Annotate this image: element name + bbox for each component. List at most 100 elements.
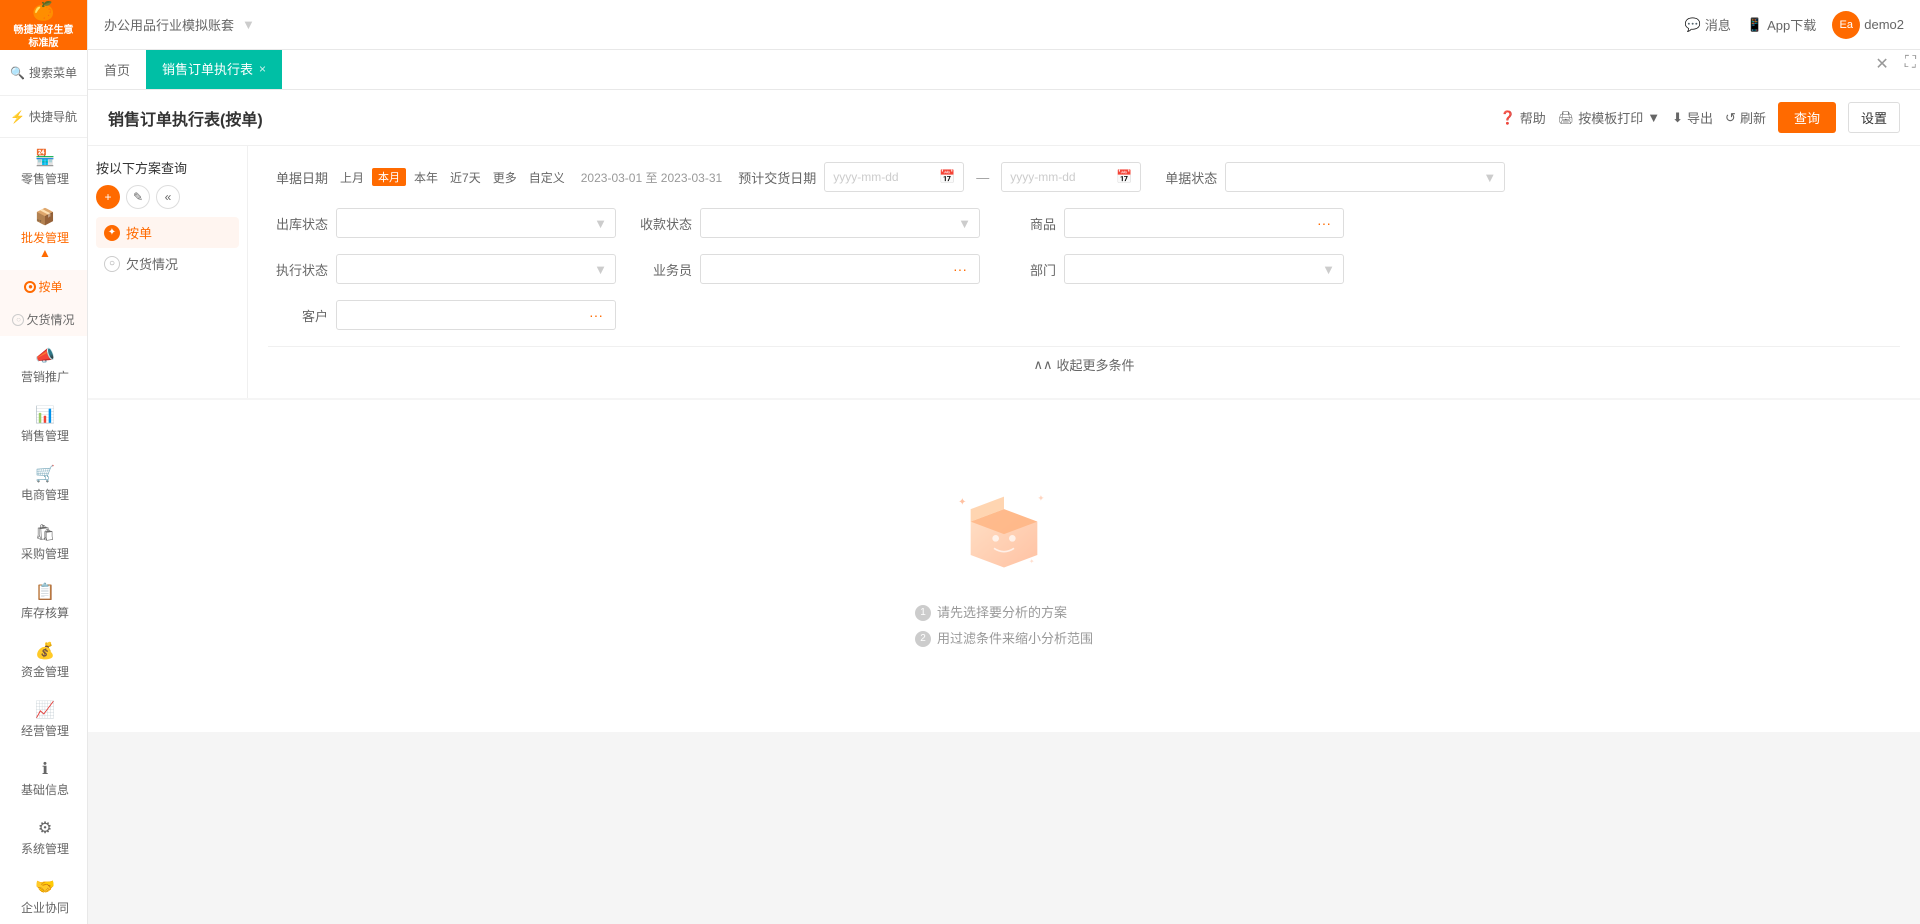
sidebar-item-management[interactable]: 📈 经营管理	[0, 690, 87, 749]
window-maximize-button[interactable]: ⛶	[1901, 50, 1920, 89]
sidebar-item-purchase[interactable]: 🛍 采购管理	[0, 513, 87, 572]
estimated-delivery-start-input[interactable]: yyyy-mm-dd 📅	[824, 162, 964, 192]
exec-status-label: 执行状态	[268, 260, 328, 279]
user-profile[interactable]: Ea demo2	[1832, 11, 1904, 39]
outbound-status-chevron: ▼	[594, 216, 607, 231]
help-button[interactable]: ❓ 帮助	[1500, 108, 1546, 127]
date-option-本年[interactable]: 本年	[410, 167, 442, 188]
collapse-scheme-button[interactable]: «	[156, 185, 180, 209]
field-estimated-delivery: 预计交货日期 yyyy-mm-dd 📅 — yyyy-mm-dd 📅	[738, 162, 1141, 192]
chevron-up-icon: ▲	[39, 246, 51, 260]
logo-icon: 🍊	[14, 0, 74, 23]
sidebar-item-ecommerce[interactable]: 🛒 电商管理	[0, 454, 87, 513]
scheme-option-欠货情况[interactable]: ○ 欠货情况	[96, 248, 239, 279]
query-button[interactable]: 查询	[1778, 102, 1836, 133]
submenu-item-欠货情况[interactable]: ○ 欠货情况	[0, 303, 87, 336]
empty-illustration: ✦ ✦ ✦	[954, 480, 1054, 580]
field-receipt-status: 收款状态 ▼	[632, 208, 980, 238]
date-option-近7天[interactable]: 近7天	[446, 167, 485, 188]
date-range-text: 2023-03-01 至 2023-03-31	[581, 169, 722, 186]
purchase-label: 采购管理	[21, 545, 69, 562]
sidebar-item-marketing[interactable]: 📣 营销推广	[0, 336, 87, 395]
finance-label: 资金管理	[21, 663, 69, 680]
help-label: 帮助	[1520, 108, 1546, 127]
sidebar-item-finance[interactable]: 💰 资金管理	[0, 631, 87, 690]
marketing-label: 营销推广	[21, 368, 69, 385]
collapse-icon: «	[165, 190, 172, 204]
industry-selector-label[interactable]: 办公用品行业模拟账套	[104, 15, 234, 34]
sidebar-item-basic-info[interactable]: ℹ 基础信息	[0, 749, 87, 808]
ecommerce-label: 电商管理	[21, 486, 69, 503]
collapse-more-button[interactable]: ∧∧ 收起更多条件	[268, 346, 1900, 382]
app-download-button[interactable]: 📱 App下载	[1747, 15, 1816, 34]
submenu-item-按单[interactable]: ● 按单	[0, 270, 87, 303]
wholesale-icon: 📦	[35, 207, 55, 227]
sidebar-item-system[interactable]: ⚙ 系统管理	[0, 808, 87, 867]
management-label: 经营管理	[21, 722, 69, 739]
date-option-本月-active[interactable]: 本月	[372, 168, 406, 186]
salesperson-input[interactable]: ···	[700, 254, 980, 284]
salesperson-ellipsis[interactable]: ···	[949, 261, 971, 277]
sidebar-item-search[interactable]: 🔍 搜索菜单	[6, 58, 81, 87]
empty-state: ✦ ✦ ✦ 1 请先选择要分析的方案 2 用过滤条件来缩小分析范围	[88, 400, 1920, 732]
tab-sales-exec[interactable]: 销售订单执行表 ×	[146, 50, 282, 89]
sidebar-item-retail[interactable]: 🏪 零售管理	[0, 138, 87, 197]
empty-tip-1: 1 请先选择要分析的方案	[915, 600, 1093, 626]
department-label: 部门	[996, 260, 1056, 279]
svg-text:✦: ✦	[958, 497, 966, 508]
retail-label: 零售管理	[21, 170, 69, 187]
tab-home[interactable]: 首页	[88, 50, 146, 89]
sidebar: 🍊 畅捷通好生意 标准版 🔍 搜索菜单 ⚡ 快捷导航 🏪 零售管理 📦 批发管理…	[0, 0, 88, 924]
add-scheme-button[interactable]: +	[96, 185, 120, 209]
message-button[interactable]: 💬 消息	[1685, 15, 1731, 34]
inactive-submenu-indicator: ○	[12, 314, 24, 326]
sidebar-item-sales[interactable]: 📊 销售管理	[0, 395, 87, 454]
receipt-status-select[interactable]: ▼	[700, 208, 980, 238]
search-label: 搜索菜单	[29, 64, 77, 81]
scheme-option-按单[interactable]: ✦ 按单	[96, 217, 239, 248]
message-label: 消息	[1705, 15, 1731, 34]
filter-row-2: 出库状态 ▼ 收款状态 ▼ 商品	[268, 208, 1900, 238]
window-close-button[interactable]: ✕	[1871, 50, 1892, 89]
department-select[interactable]: ▼	[1064, 254, 1344, 284]
date-option-上月[interactable]: 上月	[336, 167, 368, 188]
sidebar-item-wholesale[interactable]: 📦 批发管理 ▲	[0, 197, 87, 270]
tip-text-1: 请先选择要分析的方案	[937, 600, 1067, 626]
outbound-status-select[interactable]: ▼	[336, 208, 616, 238]
edit-scheme-button[interactable]: ✎	[126, 185, 150, 209]
estimated-delivery-end-input[interactable]: yyyy-mm-dd 📅	[1001, 162, 1141, 192]
tab-close-icon[interactable]: ×	[259, 62, 266, 76]
refresh-button[interactable]: ↺ 刷新	[1725, 108, 1766, 127]
svg-text:✦: ✦	[1037, 493, 1044, 503]
sidebar-item-collaboration[interactable]: 🤝 企业协同	[0, 867, 87, 924]
customer-input[interactable]: ···	[336, 300, 616, 330]
customer-ellipsis[interactable]: ···	[585, 307, 607, 323]
export-button[interactable]: ⬇ 导出	[1672, 108, 1713, 127]
app-logo[interactable]: 🍊 畅捷通好生意 标准版	[0, 0, 87, 50]
tab-bar: 首页 销售订单执行表 × ✕ ⛶	[88, 50, 1920, 90]
page-header: 销售订单执行表(按单) ❓ 帮助 🖨 按模板打印 ▼ ⬇ 导出 ↺ 刷新	[88, 90, 1920, 146]
date-option-自定义[interactable]: 自定义	[525, 167, 569, 188]
sidebar-item-quicknav[interactable]: ⚡ 快捷导航	[0, 100, 87, 133]
date-option-更多[interactable]: 更多	[489, 167, 521, 188]
collapse-chevron-up-icon: ∧∧	[1033, 357, 1052, 373]
quicknav-label: 快捷导航	[29, 108, 77, 125]
calendar-icon-end: 📅	[1116, 169, 1132, 185]
sidebar-item-inventory[interactable]: 📋 库存核算	[0, 572, 87, 631]
field-customer: 客户 ···	[268, 300, 616, 330]
print-icon: 🖨	[1558, 110, 1575, 126]
sidebar-nav-section: ⚡ 快捷导航	[0, 96, 87, 138]
print-button[interactable]: 🖨 按模板打印 ▼	[1558, 108, 1660, 127]
goods-input[interactable]: ···	[1064, 208, 1344, 238]
outbound-status-label: 出库状态	[268, 214, 328, 233]
receipt-status-chevron: ▼	[958, 216, 971, 231]
setting-button[interactable]: 设置	[1848, 102, 1900, 133]
exec-status-select[interactable]: ▼	[336, 254, 616, 284]
single-status-select[interactable]: ▼	[1225, 162, 1505, 192]
inventory-label: 库存核算	[21, 604, 69, 621]
search-icon: 🔍	[10, 66, 25, 80]
home-label: 首页	[104, 60, 130, 79]
marketing-icon: 📣	[35, 346, 55, 366]
filter-sidebar-title-text: 按以下方案查询	[96, 158, 187, 177]
goods-ellipsis[interactable]: ···	[1313, 215, 1335, 231]
